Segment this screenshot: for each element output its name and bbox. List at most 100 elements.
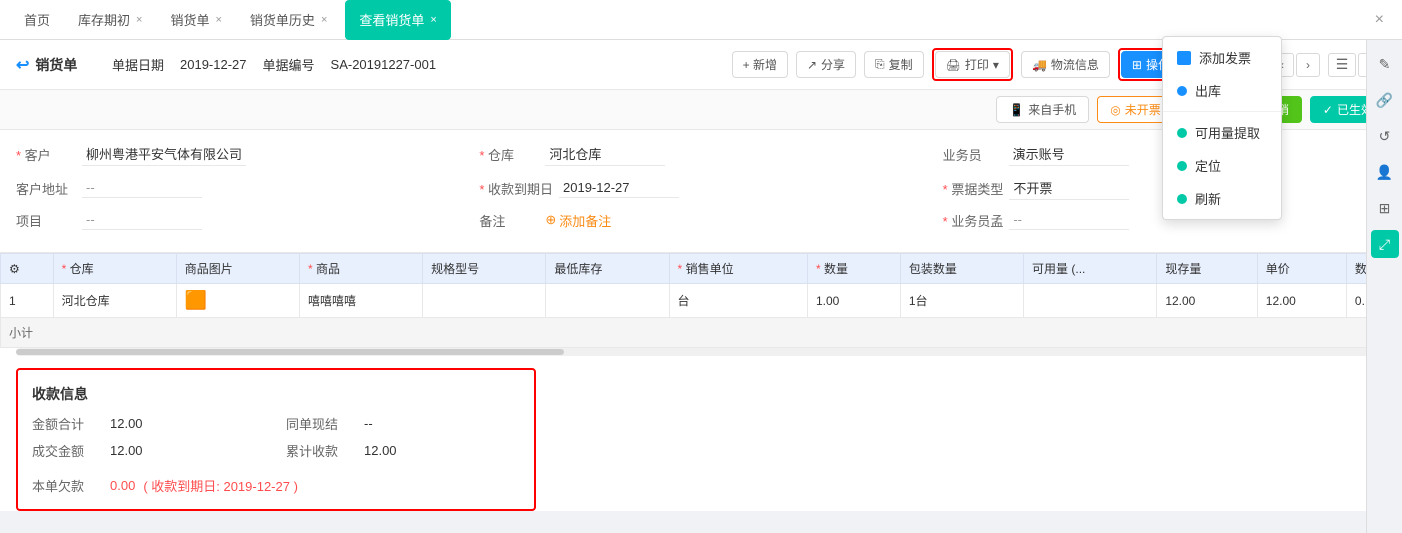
doc-icon: ↩ [16, 55, 29, 75]
right-sidebar: ✎ 🔗 ↺ 👤 ⊞ ⤢ [1366, 40, 1402, 533]
dropdown-add-invoice[interactable]: 添加发票 [1163, 41, 1281, 74]
main-content: ↩ 销货单 单据日期 2019-12-27 单据编号 SA-20191227-0… [0, 40, 1402, 511]
staff-label: 业务员 [943, 145, 1003, 164]
col-settings[interactable]: ⚙ [1, 254, 54, 284]
sidebar-table-icon[interactable]: ⊞ [1371, 194, 1399, 222]
cumulative-payment-value: 12.00 [364, 443, 397, 458]
available-qty-dot [1177, 128, 1187, 138]
subtotal-row: 小计 [1, 318, 1402, 348]
dropdown-refresh[interactable]: 刷新 [1163, 182, 1281, 215]
dropdown-divider-1 [1163, 111, 1281, 112]
cell-image: 🟧 [176, 284, 299, 318]
due-date-field: 收款到期日 2019-12-27 [479, 178, 922, 198]
col-product: 商品 [299, 254, 422, 284]
cell-unit: 台 [669, 284, 807, 318]
table-scrollbar[interactable] [16, 348, 1386, 356]
cumulative-payment-row: 累计收款 12.00 [286, 441, 520, 460]
doc-title: ↩ 销货单 [16, 55, 96, 75]
date-value: 2019-12-27 [180, 57, 247, 72]
dropdown-locate[interactable]: 定位 [1163, 149, 1281, 182]
col-unit: 销售单位 [669, 254, 807, 284]
dropdown-available-qty[interactable]: 可用量提取 [1163, 116, 1281, 149]
col-min-stock: 最低库存 [546, 254, 669, 284]
locate-dot [1177, 161, 1187, 171]
logistics-button[interactable]: 🚚 物流信息 [1021, 51, 1110, 78]
share-button[interactable]: ↗ 分享 [796, 51, 856, 78]
subtotal-label: 小计 [1, 318, 1402, 348]
tab-bar-close[interactable]: × [1367, 11, 1392, 29]
doc-meta: 单据日期 2019-12-27 单据编号 SA-20191227-001 [112, 55, 436, 74]
due-date-label: 收款到期日 [479, 179, 553, 198]
col-current-stock: 现存量 [1157, 254, 1257, 284]
address-label: 客户地址 [16, 179, 76, 198]
view-list-button[interactable]: ☰ [1328, 53, 1356, 77]
sidebar-user-icon[interactable]: 👤 [1371, 158, 1399, 186]
staff-value: 演示账号 [1009, 142, 1129, 166]
tab-sales-history-close[interactable]: × [321, 14, 327, 26]
tab-view-sales[interactable]: 查看销货单 × [345, 0, 450, 40]
cell-spec [423, 284, 546, 318]
payment-title: 收款信息 [32, 384, 520, 404]
address-field: 客户地址 -- [16, 178, 459, 198]
operations-dropdown: 添加发票 出库 可用量提取 定位 刷新 [1162, 36, 1282, 220]
table-row: 1 河北仓库 🟧 嘻嘻嘻嘻 台 1.00 1台 12.00 12.00 0. [1, 284, 1402, 318]
ticket-type-value: 不开票 [1009, 176, 1129, 200]
tab-sales[interactable]: 销货单 × [156, 0, 235, 40]
tab-inventory-close[interactable]: × [136, 14, 142, 26]
tab-sales-close[interactable]: × [215, 14, 221, 26]
col-spec: 规格型号 [423, 254, 546, 284]
tab-view-sales-close[interactable]: × [430, 14, 436, 26]
tab-inventory[interactable]: 库存期初 × [64, 0, 156, 40]
print-dropdown-arrow: ▾ [993, 58, 999, 72]
total-amount-label: 金额合计 [32, 414, 102, 433]
customer-label: 客户 [16, 145, 76, 164]
current-balance-value: 0.00 [110, 478, 135, 493]
copy-button[interactable]: ⎘ 复制 [864, 51, 924, 78]
data-table: ⚙ 仓库 商品图片 商品 规格型号 最低库存 销售单位 数量 包装数量 可用量 … [0, 253, 1402, 348]
payment-grid: 金额合计 12.00 同单现结 -- 成交金额 12.00 累计收款 12.00… [32, 414, 520, 495]
sidebar-expand-icon[interactable]: ⤢ [1371, 230, 1399, 258]
data-table-wrapper: ⚙ 仓库 商品图片 商品 规格型号 最低库存 销售单位 数量 包装数量 可用量 … [0, 253, 1402, 348]
scrollbar-thumb [16, 349, 564, 355]
sidebar-refresh-icon[interactable]: ↺ [1371, 122, 1399, 150]
col-qty: 数量 [807, 254, 900, 284]
warehouse-field: 仓库 河北仓库 [479, 142, 922, 166]
from-phone-button[interactable]: 📱 来自手机 [996, 96, 1089, 123]
customer-field: 客户 柳州粤港平安气体有限公司 [16, 142, 459, 166]
add-note-icon: ⊕ [545, 212, 556, 228]
refresh-dot [1177, 194, 1187, 204]
table-header-row: ⚙ 仓库 商品图片 商品 规格型号 最低库存 销售单位 数量 包装数量 可用量 … [1, 254, 1402, 284]
note-field: 备注 ⊕ 添加备注 [479, 211, 922, 230]
payment-section: 收款信息 金额合计 12.00 同单现结 -- 成交金额 12.00 累计收款 … [16, 368, 536, 511]
project-value: -- [82, 210, 202, 230]
print-button[interactable]: 🖨 打印 ▾ [935, 51, 1010, 78]
doc-title-text: 销货单 [35, 55, 77, 75]
dropdown-outbound[interactable]: 出库 [1163, 74, 1281, 107]
outbound-dot [1177, 86, 1187, 96]
phone-icon: 📱 [1009, 103, 1024, 117]
number-value: SA-20191227-001 [331, 57, 437, 72]
total-amount-value: 12.00 [110, 416, 143, 431]
cell-warehouse: 河北仓库 [53, 284, 176, 318]
nav-next-button[interactable]: › [1296, 53, 1320, 77]
cell-current-stock: 12.00 [1157, 284, 1257, 318]
cell-qty: 1.00 [807, 284, 900, 318]
col-image: 商品图片 [176, 254, 299, 284]
tab-home[interactable]: 首页 [10, 0, 64, 40]
customer-value: 柳州粤港平安气体有限公司 [82, 142, 246, 166]
same-order-label: 同单现结 [286, 414, 356, 433]
date-label: 单据日期 [112, 55, 164, 74]
logistics-icon: 🚚 [1032, 58, 1047, 72]
sidebar-edit-icon[interactable]: ✎ [1371, 50, 1399, 78]
due-note: ( 收款到期日: 2019-12-27 ) [143, 476, 298, 495]
add-note-button[interactable]: ⊕ 添加备注 [545, 211, 611, 230]
cumulative-payment-label: 累计收款 [286, 441, 356, 460]
print-icon: 🖨 [946, 58, 961, 72]
print-btn-wrapper: 🖨 打印 ▾ [932, 48, 1013, 81]
col-warehouse: 仓库 [53, 254, 176, 284]
tab-sales-history[interactable]: 销货单历史 × [236, 0, 341, 40]
sales-rep-label: 业务员孟 [943, 211, 1004, 230]
add-button[interactable]: + 新增 [732, 51, 788, 78]
sidebar-link-icon[interactable]: 🔗 [1371, 86, 1399, 114]
cell-unit-price: 12.00 [1257, 284, 1346, 318]
